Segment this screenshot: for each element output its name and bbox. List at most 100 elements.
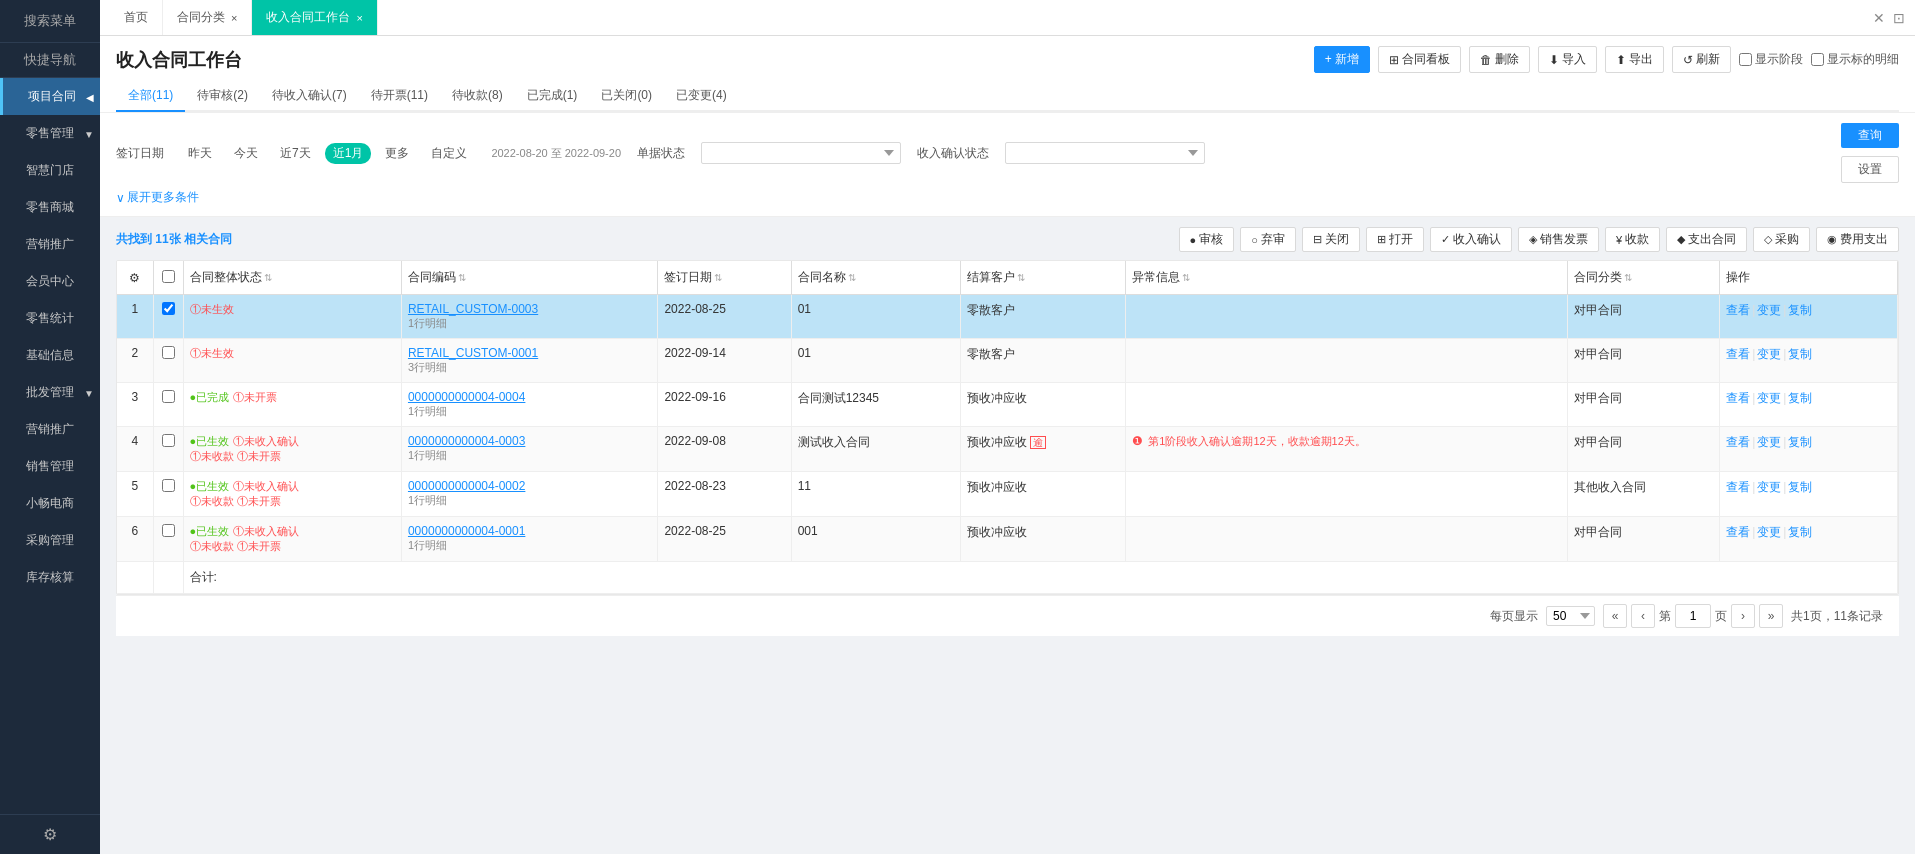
- filter-date-1month[interactable]: 近1月: [325, 143, 372, 164]
- view-link[interactable]: 查看: [1726, 347, 1750, 361]
- row-checkbox[interactable]: [162, 390, 175, 403]
- contract-code-link[interactable]: 0000000000004-0002: [408, 479, 525, 493]
- show-stages-checkbox[interactable]: 显示阶段: [1739, 51, 1803, 68]
- copy-link[interactable]: 复制: [1788, 347, 1812, 361]
- row-checkbox[interactable]: [162, 434, 175, 447]
- th-overall-status[interactable]: 合同整体状态⇅: [183, 261, 401, 295]
- filter-date-today[interactable]: 今天: [226, 143, 266, 164]
- change-link[interactable]: 变更: [1757, 435, 1781, 449]
- sidebar-item-retail-stat[interactable]: 零售统计: [0, 300, 100, 337]
- row-checkbox[interactable]: [162, 346, 175, 359]
- sidebar-item-wholesale-mgmt[interactable]: 批发管理 ▼: [0, 374, 100, 411]
- close-icon[interactable]: ×: [231, 12, 237, 24]
- abandon-button[interactable]: ○ 弃审: [1240, 227, 1296, 252]
- open-button[interactable]: ⊞ 打开: [1366, 227, 1424, 252]
- filter-tab-closed[interactable]: 已关闭(0): [589, 81, 664, 112]
- contract-code-link[interactable]: 0000000000004-0004: [408, 390, 525, 404]
- change-link[interactable]: 变更: [1757, 480, 1781, 494]
- sidebar-item-sales-mgmt[interactable]: 销售管理: [0, 448, 100, 485]
- receipt-button[interactable]: ¥ 收款: [1605, 227, 1660, 252]
- contract-code-link[interactable]: 0000000000004-0001: [408, 524, 525, 538]
- fee-out-button[interactable]: ◉ 费用支出: [1816, 227, 1899, 252]
- change-link[interactable]: 变更: [1757, 525, 1781, 539]
- change-link[interactable]: 变更: [1757, 303, 1781, 317]
- th-abnormal-info[interactable]: 异常信息⇅: [1125, 261, 1567, 295]
- th-contract-name[interactable]: 合同名称⇅: [791, 261, 960, 295]
- sidebar-item-project[interactable]: 项目合同 ◀: [0, 78, 100, 115]
- income-confirm-button[interactable]: ✓ 收入确认: [1430, 227, 1512, 252]
- doc-status-select[interactable]: [701, 142, 901, 164]
- sales-invoice-button[interactable]: ◈ 销售发票: [1518, 227, 1599, 252]
- last-page-button[interactable]: »: [1759, 604, 1783, 628]
- gear-icon[interactable]: ⚙: [43, 826, 57, 843]
- first-page-button[interactable]: «: [1603, 604, 1627, 628]
- settings-icon[interactable]: ⚙: [129, 271, 140, 285]
- new-button[interactable]: + 新增: [1314, 46, 1370, 73]
- page-size-select[interactable]: 50 10 20 100: [1546, 606, 1595, 626]
- audit-button[interactable]: ● 审核: [1179, 227, 1235, 252]
- sidebar-search[interactable]: 搜索菜单: [0, 0, 100, 43]
- change-link[interactable]: 变更: [1757, 391, 1781, 405]
- copy-link[interactable]: 复制: [1788, 303, 1812, 317]
- close-button[interactable]: ⊟ 关闭: [1302, 227, 1360, 252]
- contract-code-link[interactable]: RETAIL_CUSTOM-0001: [408, 346, 538, 360]
- tab-contract-cat[interactable]: 合同分类 ×: [163, 0, 252, 35]
- filter-tab-pending-review[interactable]: 待审核(2): [185, 81, 260, 112]
- th-settings[interactable]: ⚙: [117, 261, 153, 295]
- sidebar-item-inventory[interactable]: 库存核算: [0, 559, 100, 596]
- show-details-input[interactable]: [1811, 53, 1824, 66]
- view-link[interactable]: 查看: [1726, 435, 1750, 449]
- th-contract-category[interactable]: 合同分类⇅: [1568, 261, 1720, 295]
- filter-date-yesterday[interactable]: 昨天: [180, 143, 220, 164]
- contract-board-button[interactable]: ⊞ 合同看板: [1378, 46, 1461, 73]
- filter-date-7days[interactable]: 近7天: [272, 143, 319, 164]
- change-link[interactable]: 变更: [1757, 347, 1781, 361]
- copy-link[interactable]: 复制: [1788, 525, 1812, 539]
- view-link[interactable]: 查看: [1726, 391, 1750, 405]
- query-button[interactable]: 查询: [1841, 123, 1899, 148]
- view-link[interactable]: 查看: [1726, 525, 1750, 539]
- sidebar-item-base-info[interactable]: 基础信息: [0, 337, 100, 374]
- filter-tab-pending-invoice[interactable]: 待开票(11): [359, 81, 440, 112]
- view-link[interactable]: 查看: [1726, 480, 1750, 494]
- export-button[interactable]: ⬆ 导出: [1605, 46, 1664, 73]
- page-input[interactable]: [1675, 604, 1711, 628]
- close-all-icon[interactable]: ✕: [1873, 10, 1885, 26]
- contract-code-link[interactable]: RETAIL_CUSTOM-0003: [408, 302, 538, 316]
- sidebar-item-retail-mall[interactable]: 零售商城: [0, 189, 100, 226]
- select-all-checkbox[interactable]: [162, 270, 175, 283]
- th-settlement-customer[interactable]: 结算客户⇅: [960, 261, 1125, 295]
- import-button[interactable]: ⬇ 导入: [1538, 46, 1597, 73]
- close-icon[interactable]: ×: [356, 12, 362, 24]
- th-sign-date[interactable]: 签订日期⇅: [658, 261, 791, 295]
- filter-tab-changed[interactable]: 已变更(4): [664, 81, 739, 112]
- copy-link[interactable]: 复制: [1788, 480, 1812, 494]
- delete-button[interactable]: 🗑 删除: [1469, 46, 1530, 73]
- row-checkbox[interactable]: [162, 302, 175, 315]
- filter-tab-pending-income-confirm[interactable]: 待收入确认(7): [260, 81, 359, 112]
- expand-more-button[interactable]: ∨ 展开更多条件: [116, 189, 1899, 206]
- prev-page-button[interactable]: ‹: [1631, 604, 1655, 628]
- filter-tab-all[interactable]: 全部(11): [116, 81, 185, 112]
- sidebar-item-member[interactable]: 会员中心: [0, 263, 100, 300]
- tab-home[interactable]: 首页: [110, 0, 163, 35]
- tab-income-workbench[interactable]: 收入合同工作台 ×: [252, 0, 377, 35]
- setting-button[interactable]: 设置: [1841, 156, 1899, 183]
- maximize-icon[interactable]: ⊡: [1893, 10, 1905, 26]
- filter-date-more[interactable]: 更多: [377, 143, 417, 164]
- purchase-button[interactable]: ◇ 采购: [1753, 227, 1810, 252]
- sidebar-quick-nav[interactable]: 快捷导航: [0, 43, 100, 78]
- row-checkbox[interactable]: [162, 479, 175, 492]
- sidebar-item-purchase-mgmt[interactable]: 采购管理: [0, 522, 100, 559]
- income-confirm-select[interactable]: [1005, 142, 1205, 164]
- copy-link[interactable]: 复制: [1788, 391, 1812, 405]
- refresh-button[interactable]: ↺ 刷新: [1672, 46, 1731, 73]
- th-contract-code[interactable]: 合同编码⇅: [401, 261, 658, 295]
- next-page-button[interactable]: ›: [1731, 604, 1755, 628]
- sidebar-item-smart-store[interactable]: 智慧门店: [0, 152, 100, 189]
- sidebar-item-marketing2[interactable]: 营销推广: [0, 411, 100, 448]
- show-stages-input[interactable]: [1739, 53, 1752, 66]
- row-checkbox[interactable]: [162, 524, 175, 537]
- sidebar-item-marketing[interactable]: 营销推广: [0, 226, 100, 263]
- copy-link[interactable]: 复制: [1788, 435, 1812, 449]
